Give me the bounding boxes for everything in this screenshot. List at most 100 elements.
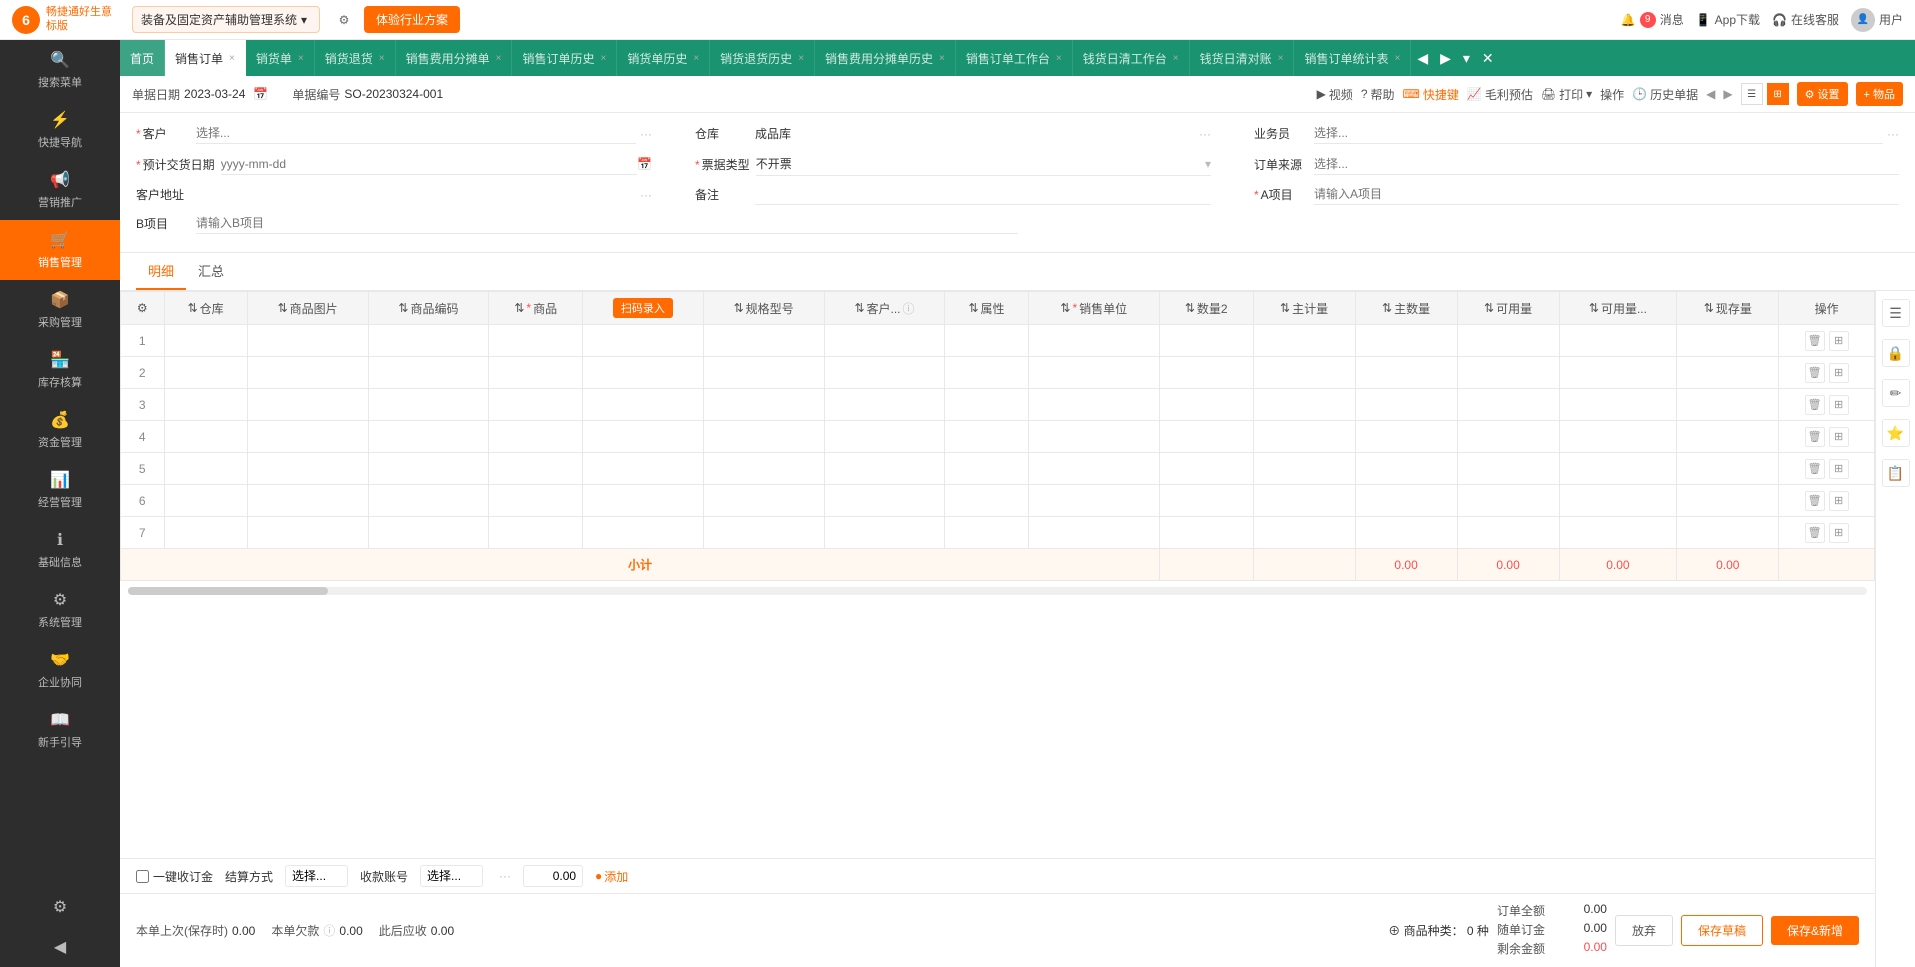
tab-expense-history[interactable]: 销售费用分摊单历史 × (815, 40, 956, 76)
col-main-qty[interactable]: ⇅主数量 (1355, 292, 1457, 325)
tab-cash-reconcile[interactable]: 钱货日清对账 × (1190, 40, 1295, 76)
help-button[interactable]: ? 帮助 (1361, 86, 1395, 103)
col-product[interactable]: ⇅*商品 (489, 292, 583, 325)
tab-close-icon[interactable]: × (379, 53, 385, 64)
copy-row-button[interactable]: ⊞ (1829, 331, 1849, 351)
col-qty2[interactable]: ⇅数量2 (1159, 292, 1253, 325)
sidebar-item-guide[interactable]: 📖 新手引导 (0, 700, 120, 760)
copy-row-button[interactable]: ⊞ (1829, 395, 1849, 415)
payment-method-select[interactable]: 选择... (285, 865, 348, 887)
amount-input[interactable] (523, 865, 583, 887)
save-draft-button[interactable]: 保存草稿 (1681, 915, 1763, 946)
tab-close-icon[interactable]: × (496, 53, 502, 64)
copy-row-button[interactable]: ⊞ (1829, 363, 1849, 383)
right-panel-btn-5[interactable]: 📋 (1882, 459, 1910, 487)
tab-prev-button[interactable]: ◀ (1411, 40, 1434, 76)
col-main-unit[interactable]: ⇅主计量 (1253, 292, 1355, 325)
sidebar-item-finance[interactable]: 💰 资金管理 (0, 400, 120, 460)
tab-close-icon[interactable]: × (298, 53, 304, 64)
next-record-icon[interactable]: ▶ (1723, 87, 1732, 101)
tab-summary[interactable]: 汇总 (186, 253, 236, 290)
checkout-checkbox-input[interactable] (136, 870, 149, 883)
tab-more-button[interactable]: ▾ (1457, 40, 1476, 76)
salesperson-more-icon[interactable]: ··· (1887, 127, 1899, 141)
copy-row-button[interactable]: ⊞ (1829, 491, 1849, 511)
copy-row-button[interactable]: ⊞ (1829, 459, 1849, 479)
print-button[interactable]: 🖨 打印 ▾ (1541, 86, 1592, 103)
tab-detail[interactable]: 明细 (136, 253, 186, 290)
tab-cash-workbench[interactable]: 钱货日清工作台 × (1073, 40, 1190, 76)
system-selector[interactable]: 装备及固定资产辅助管理系统 ▾ (132, 6, 320, 33)
tab-close-icon[interactable]: × (229, 53, 235, 64)
collection-account-select[interactable]: 选择... (420, 865, 483, 887)
col-scan[interactable]: 扫码录入 (583, 292, 704, 325)
b-project-input[interactable] (196, 213, 1018, 234)
collection-more-icon[interactable]: ··· (499, 869, 511, 883)
salesperson-input[interactable] (1314, 123, 1883, 144)
app-download-button[interactable]: 📱 App下载 (1696, 11, 1760, 28)
sidebar-item-marketing[interactable]: 📢 营销推广 (0, 160, 120, 220)
tab-close-icon[interactable]: × (693, 53, 699, 64)
prev-record-icon[interactable]: ◀ (1706, 87, 1715, 101)
col-stock[interactable]: ⇅现存量 (1677, 292, 1779, 325)
right-panel-btn-3[interactable]: ✏ (1882, 379, 1910, 407)
save-new-button[interactable]: 保存&新增 (1771, 916, 1859, 945)
tab-close-icon[interactable]: × (1394, 53, 1400, 64)
right-panel-btn-4[interactable]: ⭐ (1882, 419, 1910, 447)
col-settings[interactable]: ⚙ (121, 292, 165, 325)
list-view-button[interactable]: ☰ (1741, 83, 1763, 105)
copy-row-button[interactable]: ⊞ (1829, 427, 1849, 447)
warehouse-more-icon[interactable]: ··· (1199, 127, 1211, 141)
right-panel-btn-1[interactable]: ☰ (1882, 299, 1910, 327)
tab-close-icon[interactable]: × (798, 53, 804, 64)
operation-button[interactable]: 操作 (1600, 86, 1624, 103)
delete-row-button[interactable]: 🗑 (1805, 395, 1825, 415)
customer-input[interactable] (196, 123, 636, 144)
delete-row-button[interactable]: 🗑 (1805, 523, 1825, 543)
horizontal-scrollbar[interactable] (120, 581, 1875, 601)
delete-row-button[interactable]: 🗑 (1805, 363, 1825, 383)
tab-sales-stats[interactable]: 销售订单统计表 × (1294, 40, 1411, 76)
sidebar-item-basic-info[interactable]: ℹ 基础信息 (0, 520, 120, 580)
user-menu-button[interactable]: 👤 用户 (1851, 8, 1903, 32)
shortcut-button[interactable]: ⌨ 快捷键 (1403, 86, 1459, 103)
grid-view-button[interactable]: ⊞ (1767, 83, 1789, 105)
calendar-icon[interactable]: 📅 (253, 87, 268, 101)
col-attr[interactable]: ⇅属性 (945, 292, 1028, 325)
sidebar-item-operations[interactable]: 📊 经营管理 (0, 460, 120, 520)
sidebar-item-system[interactable]: ⚙ 系统管理 (0, 580, 120, 640)
sidebar-item-cooperation[interactable]: 🤝 企业协同 (0, 640, 120, 700)
industry-solution-button[interactable]: 体验行业方案 (364, 6, 460, 33)
tab-return-history[interactable]: 销货退货历史 × (710, 40, 815, 76)
tab-sales-order[interactable]: 销售订单 × (165, 40, 246, 76)
tab-sales-return[interactable]: 销货退货 × (315, 40, 396, 76)
sidebar-collapse-button[interactable]: ◀ (0, 927, 120, 967)
col-customer-code[interactable]: ⇅客户...ⓘ (824, 292, 945, 325)
delete-row-button[interactable]: 🗑 (1805, 331, 1825, 351)
discard-button[interactable]: 放弃 (1615, 915, 1673, 946)
tab-close-icon[interactable]: × (1173, 53, 1179, 64)
profit-button[interactable]: 📈 毛利预估 (1467, 86, 1533, 103)
col-spec[interactable]: ⇅规格型号 (703, 292, 824, 325)
tab-sales-invoice[interactable]: 销货单 × (246, 40, 315, 76)
online-support-button[interactable]: 🎧 在线客服 (1772, 11, 1839, 28)
sidebar-bottom-settings[interactable]: ⚙ (0, 887, 120, 927)
delete-row-button[interactable]: 🗑 (1805, 427, 1825, 447)
history-button[interactable]: 🕒 历史单据 (1632, 86, 1698, 103)
col-available[interactable]: ⇅可用量 (1457, 292, 1559, 325)
address-more-icon[interactable]: ··· (640, 188, 652, 202)
tab-invoice-history[interactable]: 销货单历史 × (617, 40, 710, 76)
scan-button[interactable]: 扫码录入 (613, 298, 673, 318)
delivery-date-input[interactable] (221, 154, 637, 175)
sidebar-item-inventory[interactable]: 🏪 库存核算 (0, 340, 120, 400)
notice-button[interactable]: 🔔 9 消息 (1621, 11, 1684, 28)
tab-order-workbench[interactable]: 销售订单工作台 × (956, 40, 1073, 76)
sidebar-item-quick-nav[interactable]: ⚡ 快捷导航 (0, 100, 120, 160)
settings-panel-button[interactable]: ⚙ 设置 (1797, 82, 1848, 106)
table-wrapper[interactable]: ⚙ ⇅仓库 ⇅商品图片 ⇅商品编码 (120, 291, 1875, 858)
delete-row-button[interactable]: 🗑 (1805, 459, 1825, 479)
col-available2[interactable]: ⇅可用量... (1559, 292, 1677, 325)
customer-more-icon[interactable]: ··· (640, 127, 652, 141)
tab-order-history[interactable]: 销售订单历史 × (512, 40, 617, 76)
tab-expense-split[interactable]: 销售费用分摊单 × (396, 40, 513, 76)
